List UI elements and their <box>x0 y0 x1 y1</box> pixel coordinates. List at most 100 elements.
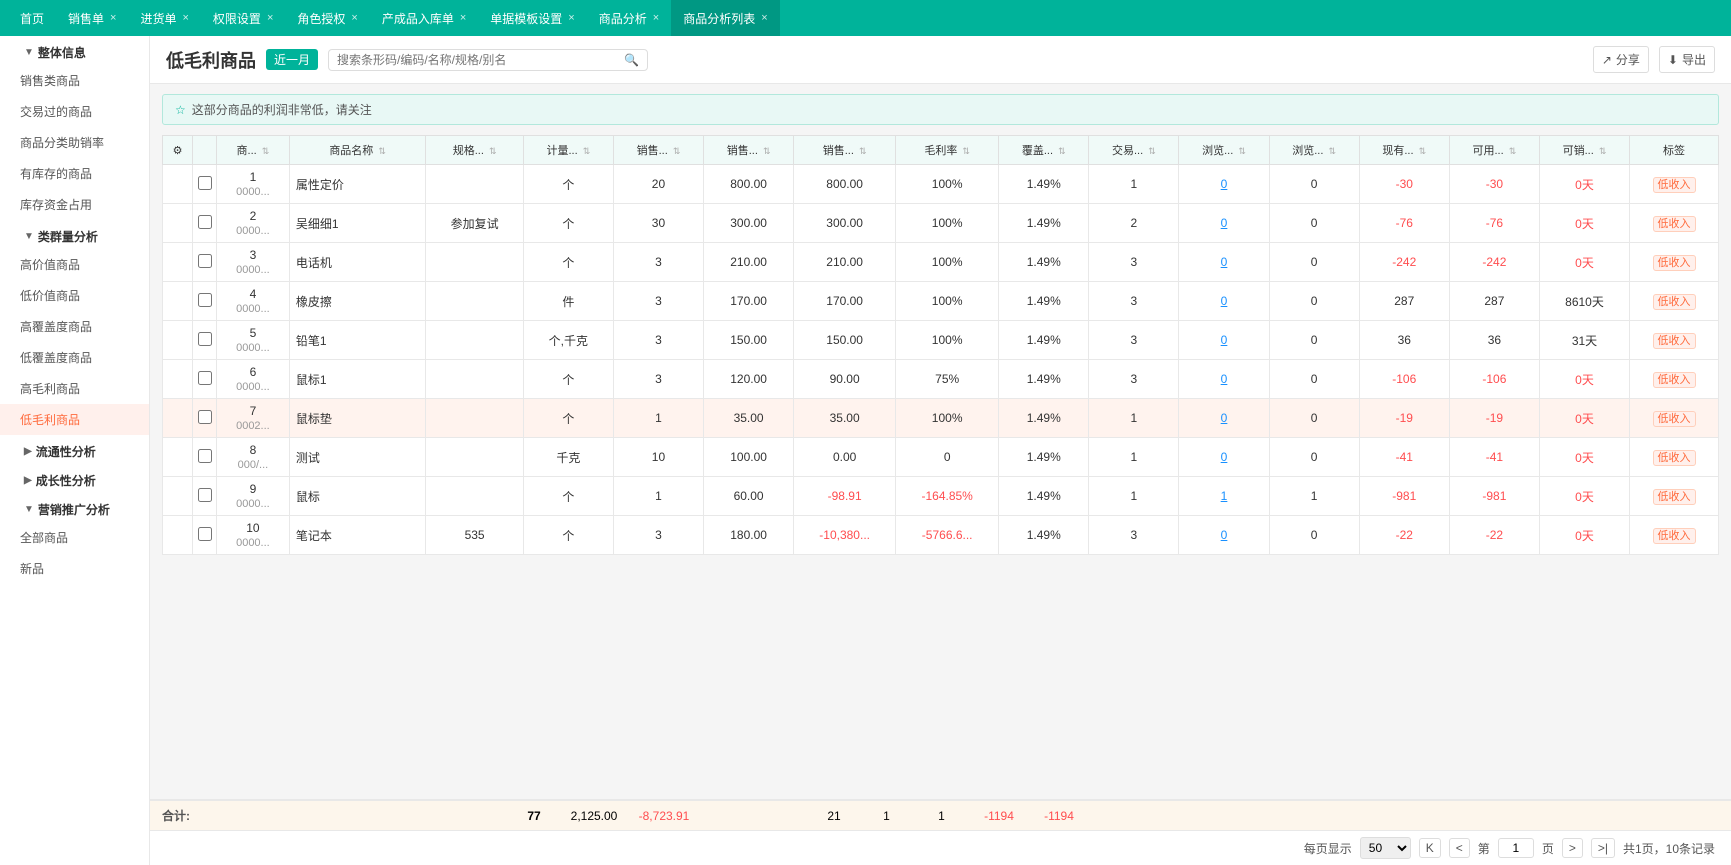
current-stock-column-header[interactable]: 现有... ⇅ <box>1359 136 1449 165</box>
row-checkbox[interactable] <box>193 438 217 477</box>
search-box[interactable]: 🔍 <box>328 49 648 71</box>
export-button[interactable]: ⬇ 导出 <box>1659 46 1715 73</box>
row-trade: 2 <box>1089 204 1179 243</box>
export-icon: ⬇ <box>1668 53 1678 67</box>
footer-views1: 1 <box>859 809 914 823</box>
sidebar-item-new-products[interactable]: 新品 <box>0 553 149 584</box>
sidebar-item-low-margin[interactable]: 低毛利商品 <box>0 404 149 435</box>
sidebar-section-group-analysis[interactable]: ▼ 类群量分析 <box>0 220 149 249</box>
share-button[interactable]: ↗ 分享 <box>1593 46 1649 73</box>
trade-column-header[interactable]: 交易... ⇅ <box>1089 136 1179 165</box>
row-views1[interactable]: 0 <box>1179 438 1269 477</box>
sidebar-item-traded-goods[interactable]: 交易过的商品 <box>0 96 149 127</box>
page-size-select[interactable]: 50 100 <box>1360 837 1411 859</box>
sidebar-item-high-value[interactable]: 高价值商品 <box>0 249 149 280</box>
next-page-button[interactable]: > <box>1562 838 1583 858</box>
prev-page-button[interactable]: < <box>1449 838 1470 858</box>
page-suffix-label: 页 <box>1542 840 1554 857</box>
row-trade: 3 <box>1089 321 1179 360</box>
sidebar-item-high-margin[interactable]: 高毛利商品 <box>0 373 149 404</box>
row-views1[interactable]: 0 <box>1179 399 1269 438</box>
close-icon[interactable]: × <box>568 12 574 24</box>
row-trade: 1 <box>1089 477 1179 516</box>
row-unit: 千克 <box>523 438 613 477</box>
row-sellable-days: 0天 <box>1539 516 1629 555</box>
row-sales-qty: 30 <box>613 204 703 243</box>
sidebar-section-overall[interactable]: ▼ 整体信息 <box>0 36 149 65</box>
nav-home[interactable]: 首页 <box>8 0 56 36</box>
unit-column-header[interactable]: 计量... ⇅ <box>523 136 613 165</box>
row-trade: 3 <box>1089 243 1179 282</box>
nav-product-inbound[interactable]: 产成品入库单 × <box>370 0 478 36</box>
nav-purchase-order[interactable]: 进货单 × <box>128 0 200 36</box>
row-unit: 个 <box>523 243 613 282</box>
row-views1[interactable]: 0 <box>1179 282 1269 321</box>
sales-qty-column-header[interactable]: 销售... ⇅ <box>613 136 703 165</box>
search-input[interactable] <box>337 53 624 67</box>
code-column-header[interactable]: 商... ⇅ <box>217 136 290 165</box>
close-icon[interactable]: × <box>653 12 659 24</box>
views2-column-header[interactable]: 浏览... ⇅ <box>1269 136 1359 165</box>
row-views1[interactable]: 0 <box>1179 321 1269 360</box>
row-sellable-days: 0天 <box>1539 165 1629 204</box>
row-views1[interactable]: 0 <box>1179 516 1269 555</box>
row-views1[interactable]: 0 <box>1179 243 1269 282</box>
close-icon[interactable]: × <box>351 12 357 24</box>
close-icon[interactable]: × <box>761 12 767 24</box>
sidebar-item-low-value[interactable]: 低价值商品 <box>0 280 149 311</box>
row-views1[interactable]: 1 <box>1179 477 1269 516</box>
sidebar-item-inventory-capital[interactable]: 库存资金占用 <box>0 189 149 220</box>
name-column-header[interactable]: 商品名称 ⇅ <box>289 136 426 165</box>
page-number-input[interactable] <box>1498 838 1534 858</box>
row-checkbox[interactable] <box>193 321 217 360</box>
row-sales-amount: 120.00 <box>704 360 794 399</box>
row-code: 8000/... <box>217 438 290 477</box>
row-available-stock: -19 <box>1449 399 1539 438</box>
sales-amount-column-header[interactable]: 销售... ⇅ <box>704 136 794 165</box>
first-page-button[interactable]: K <box>1419 838 1441 858</box>
row-settings <box>163 243 193 282</box>
sellable-days-column-header[interactable]: 可销... ⇅ <box>1539 136 1629 165</box>
spec-column-header[interactable]: 规格... ⇅ <box>426 136 523 165</box>
sidebar-item-high-coverage[interactable]: 高覆盖度商品 <box>0 311 149 342</box>
sidebar-section-growth[interactable]: ▶ 成长性分析 <box>0 464 149 493</box>
close-icon[interactable]: × <box>110 12 116 24</box>
nav-product-analysis-list[interactable]: 商品分析列表 × <box>671 0 779 36</box>
coverage-column-header[interactable]: 覆盖... ⇅ <box>999 136 1089 165</box>
row-sales-amount: 150.00 <box>704 321 794 360</box>
nav-template-settings[interactable]: 单据模板设置 × <box>478 0 586 36</box>
sidebar-item-sales-goods[interactable]: 销售类商品 <box>0 65 149 96</box>
row-checkbox[interactable] <box>193 204 217 243</box>
sales-profit-column-header[interactable]: 销售... ⇅ <box>794 136 896 165</box>
row-checkbox[interactable] <box>193 516 217 555</box>
close-icon[interactable]: × <box>267 12 273 24</box>
row-checkbox[interactable] <box>193 165 217 204</box>
sidebar-item-all-products[interactable]: 全部商品 <box>0 522 149 553</box>
sidebar-section-circulation[interactable]: ▶ 流通性分析 <box>0 435 149 464</box>
close-icon[interactable]: × <box>182 12 188 24</box>
sidebar-item-low-coverage[interactable]: 低覆盖度商品 <box>0 342 149 373</box>
row-checkbox[interactable] <box>193 399 217 438</box>
views1-column-header[interactable]: 浏览... ⇅ <box>1179 136 1269 165</box>
close-icon[interactable]: × <box>460 12 466 24</box>
nav-sales-order[interactable]: 销售单 × <box>56 0 128 36</box>
row-checkbox[interactable] <box>193 243 217 282</box>
row-checkbox[interactable] <box>193 282 217 321</box>
row-views1[interactable]: 0 <box>1179 360 1269 399</box>
last-page-button[interactable]: >| <box>1591 838 1615 858</box>
row-checkbox[interactable] <box>193 477 217 516</box>
sidebar-item-stock-goods[interactable]: 有库存的商品 <box>0 158 149 189</box>
search-icon[interactable]: 🔍 <box>624 53 639 67</box>
date-range-tag[interactable]: 近一月 <box>266 49 318 70</box>
sidebar-section-marketing[interactable]: ▼ 营销推广分析 <box>0 493 149 522</box>
nav-permission-settings[interactable]: 权限设置 × <box>201 0 285 36</box>
row-views1[interactable]: 0 <box>1179 165 1269 204</box>
row-views1[interactable]: 0 <box>1179 204 1269 243</box>
nav-product-analysis[interactable]: 商品分析 × <box>587 0 671 36</box>
nav-role-auth[interactable]: 角色授权 × <box>285 0 369 36</box>
settings-column-header[interactable]: ⚙ <box>163 136 193 165</box>
row-checkbox[interactable] <box>193 360 217 399</box>
sidebar-item-category-rate[interactable]: 商品分类助销率 <box>0 127 149 158</box>
available-stock-column-header[interactable]: 可用... ⇅ <box>1449 136 1539 165</box>
gross-margin-column-header[interactable]: 毛利率 ⇅ <box>896 136 999 165</box>
